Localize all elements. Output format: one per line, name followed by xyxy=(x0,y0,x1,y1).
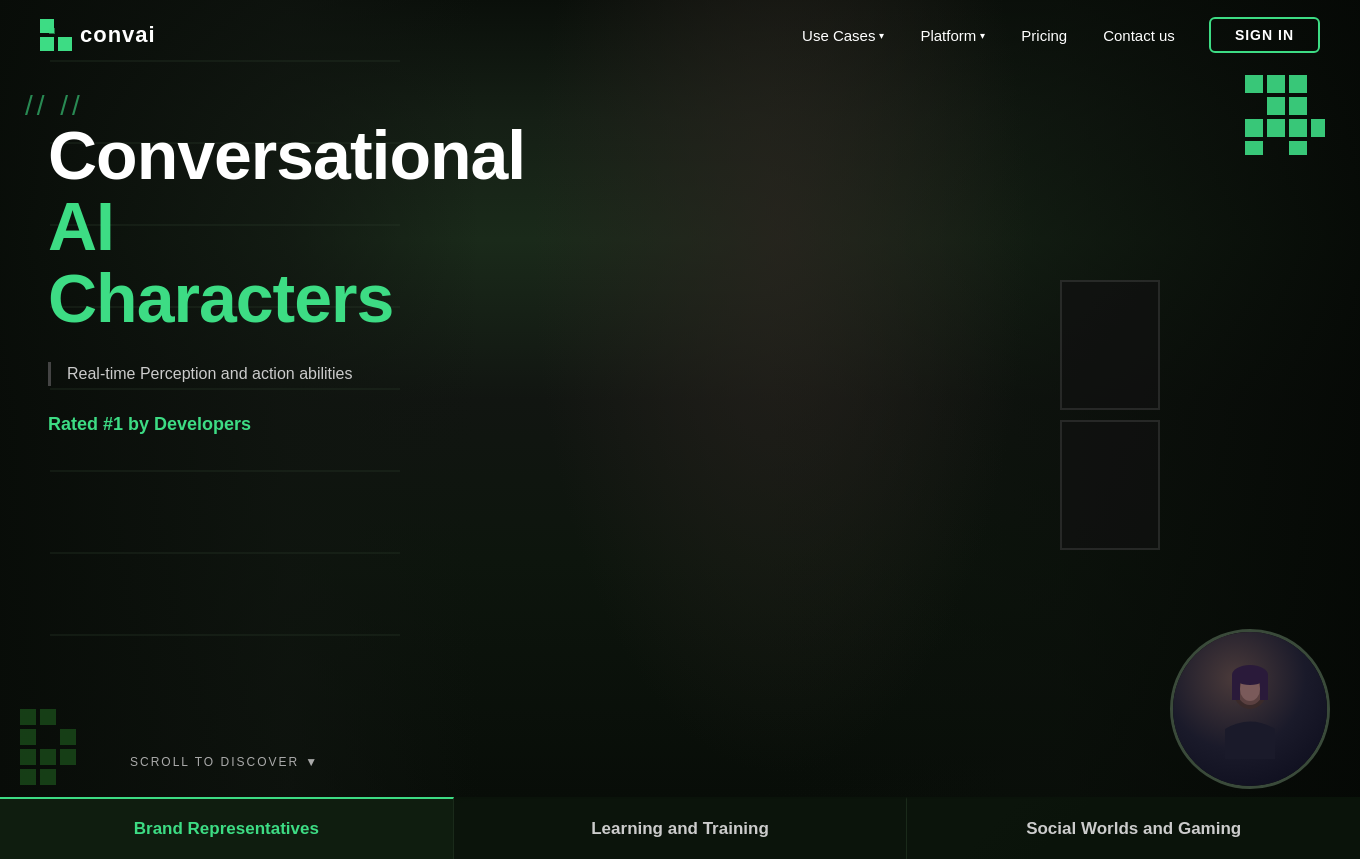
svg-rect-2 xyxy=(1289,75,1307,93)
svg-rect-1 xyxy=(1267,75,1285,93)
avatar xyxy=(1170,629,1330,789)
svg-rect-28 xyxy=(1232,675,1240,700)
svg-rect-18 xyxy=(20,769,36,785)
nav-pricing[interactable]: Pricing xyxy=(1007,19,1081,52)
tab-learning-training[interactable]: Learning and Training xyxy=(454,797,908,859)
svg-rect-4 xyxy=(1267,97,1285,115)
portrait-frame-2 xyxy=(1060,420,1160,550)
avatar-inner xyxy=(1173,632,1327,786)
navbar: convai Use Cases ▾ Platform ▾ Pricing Co… xyxy=(0,0,1360,70)
sign-in-button[interactable]: SIGN IN xyxy=(1209,17,1320,53)
hero-title: Conversational AI Characters xyxy=(48,120,568,334)
svg-rect-14 xyxy=(60,729,76,745)
svg-rect-21 xyxy=(40,37,54,51)
svg-rect-6 xyxy=(1267,119,1285,137)
logo[interactable]: convai xyxy=(40,19,156,51)
svg-rect-9 xyxy=(1245,141,1263,155)
svg-rect-8 xyxy=(1311,119,1325,137)
hero-title-chars: Characters xyxy=(48,263,568,334)
scroll-label: SCROLL TO DISCOVER xyxy=(130,755,299,769)
hero-content: Conversational AI Characters Real-time P… xyxy=(48,120,568,435)
svg-rect-23 xyxy=(49,28,55,34)
portrait-frame-1 xyxy=(1060,280,1160,410)
nav-use-cases[interactable]: Use Cases ▾ xyxy=(788,19,898,52)
svg-rect-13 xyxy=(20,729,36,745)
logo-icon xyxy=(40,19,72,51)
svg-rect-0 xyxy=(1245,75,1263,93)
nav-links: Use Cases ▾ Platform ▾ Pricing Contact u… xyxy=(788,17,1320,53)
hero-rated-badge: Rated #1 by Developers xyxy=(48,414,568,435)
svg-rect-11 xyxy=(20,709,36,725)
hero-tagline: Real-time Perception and action abilitie… xyxy=(48,362,568,386)
avatar-silhouette xyxy=(1210,659,1290,759)
chevron-down-icon: ▾ xyxy=(980,30,985,41)
nav-platform[interactable]: Platform ▾ xyxy=(906,19,999,52)
svg-rect-3 xyxy=(1289,97,1307,115)
svg-rect-22 xyxy=(58,37,72,51)
portrait-frames xyxy=(1060,280,1160,550)
svg-rect-19 xyxy=(40,769,56,785)
svg-rect-5 xyxy=(1245,119,1263,137)
scroll-arrow-icon: ▼ xyxy=(305,755,319,769)
pixel-grid-icon xyxy=(1245,75,1325,159)
svg-rect-15 xyxy=(20,749,36,765)
svg-rect-16 xyxy=(40,749,56,765)
tab-bar: Brand Representatives Learning and Train… xyxy=(0,797,1360,859)
scroll-discover: SCROLL TO DISCOVER ▼ xyxy=(130,755,319,769)
svg-rect-12 xyxy=(40,709,56,725)
svg-rect-29 xyxy=(1260,675,1268,700)
svg-rect-7 xyxy=(1289,119,1307,137)
center-character xyxy=(530,0,1030,780)
svg-rect-10 xyxy=(1289,141,1307,155)
nav-contact[interactable]: Contact us xyxy=(1089,19,1189,52)
chevron-down-icon: ▾ xyxy=(879,30,884,41)
tab-social-worlds-gaming[interactable]: Social Worlds and Gaming xyxy=(907,797,1360,859)
pixel-deco-bottom-left xyxy=(20,709,110,799)
tab-brand-representatives[interactable]: Brand Representatives xyxy=(0,797,454,859)
svg-rect-17 xyxy=(60,749,76,765)
logo-text: convai xyxy=(80,22,156,48)
hero-title-part1: Conversational AI xyxy=(48,117,525,264)
